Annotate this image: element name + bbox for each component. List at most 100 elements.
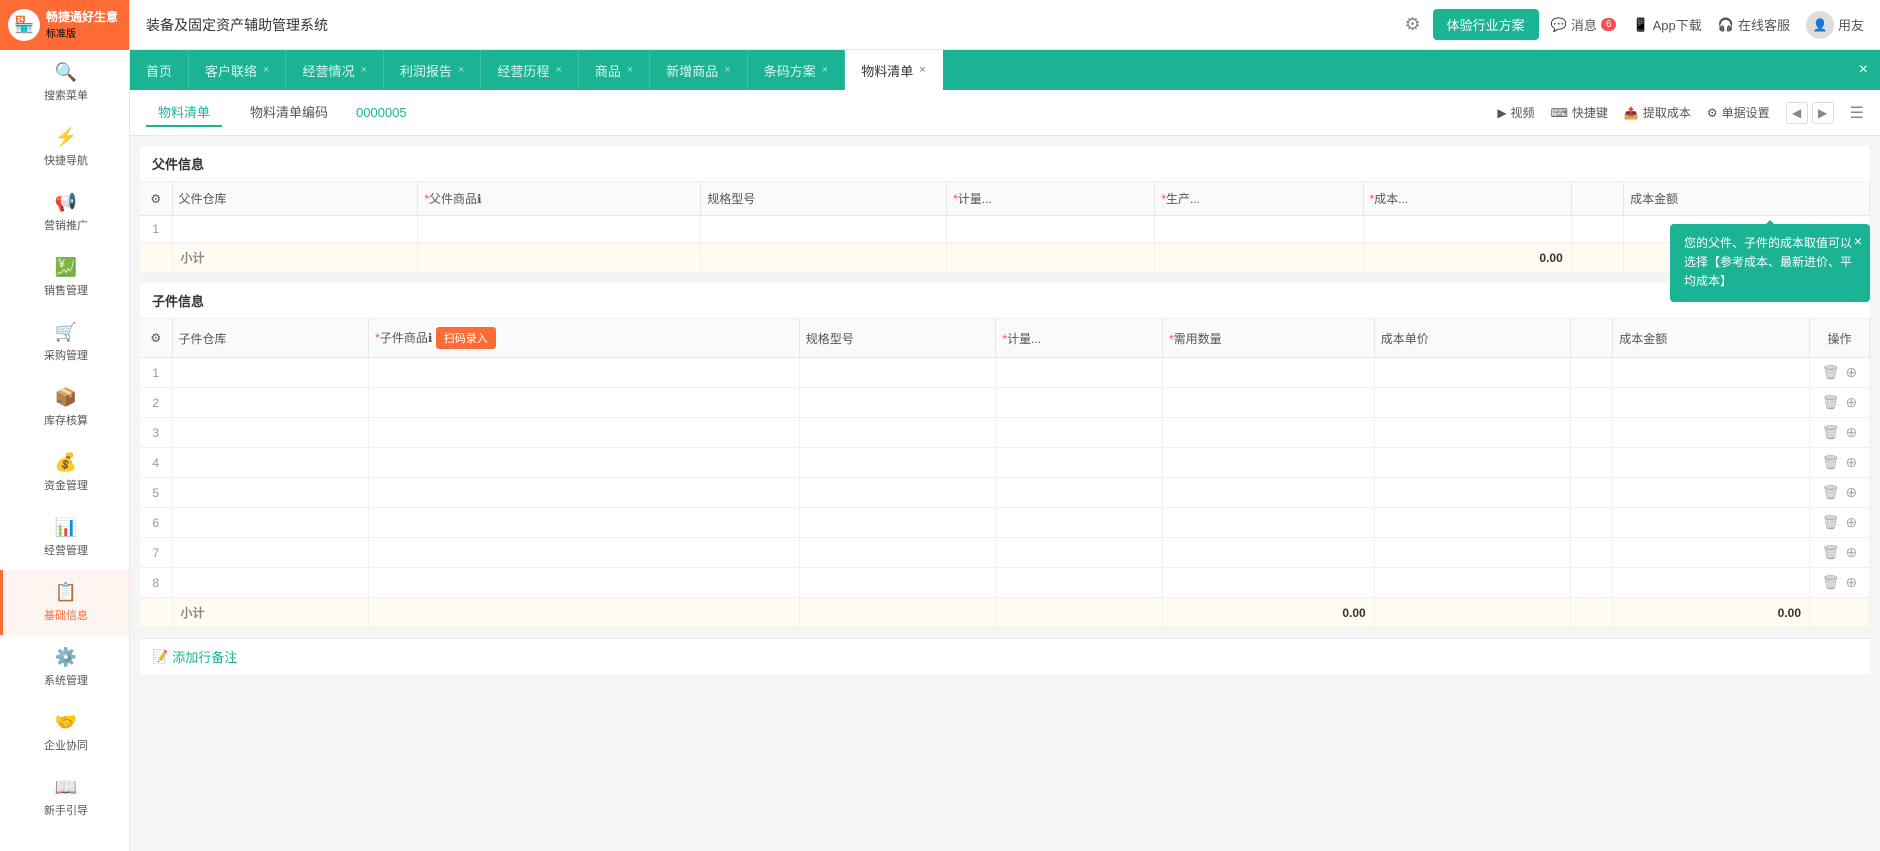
child-spec-6[interactable] <box>799 538 996 568</box>
child-spec-3[interactable] <box>799 448 996 478</box>
child-price-0[interactable] <box>1374 358 1571 388</box>
user-btn[interactable]: 👤 用友 <box>1806 11 1864 39</box>
child-qty-2[interactable] <box>1163 418 1375 448</box>
scan-btn[interactable]: 扫码录入 <box>436 327 496 349</box>
child-spec-1[interactable] <box>799 388 996 418</box>
child-warehouse-2[interactable] <box>172 418 369 448</box>
child-amount-7[interactable] <box>1613 568 1810 598</box>
shortcut-btn[interactable]: ⌨ 快捷键 <box>1551 104 1608 121</box>
child-unit-4[interactable] <box>996 478 1163 508</box>
child-product-1[interactable] <box>369 388 800 418</box>
child-spec-2[interactable] <box>799 418 996 448</box>
navtab-8[interactable]: 物料清单× <box>845 50 942 90</box>
parent-spec-cell[interactable] <box>701 216 947 243</box>
child-price-7[interactable] <box>1374 568 1571 598</box>
page-tab-code[interactable]: 物料清单编码 <box>238 98 340 127</box>
parent-cost-cell[interactable] <box>1363 216 1571 243</box>
parent-unit-cell[interactable] <box>947 216 1155 243</box>
child-unit-0[interactable] <box>996 358 1163 388</box>
sidebar-item-系统管理[interactable]: ⚙️系统管理 <box>0 635 129 700</box>
copy-icon-0[interactable]: ⊕ <box>1846 364 1858 381</box>
next-btn[interactable]: ▶ <box>1812 102 1834 124</box>
child-qty-7[interactable] <box>1163 568 1375 598</box>
child-qty-1[interactable] <box>1163 388 1375 418</box>
tooltip-close-btn[interactable]: × <box>1854 230 1862 252</box>
child-warehouse-5[interactable] <box>172 508 369 538</box>
child-spec-0[interactable] <box>799 358 996 388</box>
child-qty-5[interactable] <box>1163 508 1375 538</box>
message-btn[interactable]: 💬 消息 6 <box>1551 15 1617 34</box>
child-unit-5[interactable] <box>996 508 1163 538</box>
child-warehouse-1[interactable] <box>172 388 369 418</box>
delete-icon-5[interactable]: 🗑 <box>1822 514 1840 531</box>
sidebar-item-搜索菜单[interactable]: 🔍搜索菜单 <box>0 50 129 115</box>
copy-icon-4[interactable]: ⊕ <box>1846 484 1858 501</box>
copy-icon-6[interactable]: ⊕ <box>1846 544 1858 561</box>
parent-production-cell[interactable] <box>1155 216 1363 243</box>
navtab-close-7[interactable]: × <box>822 64 828 76</box>
sidebar-item-采购管理[interactable]: 🛒采购管理 <box>0 310 129 375</box>
grid-view-icon[interactable]: ☰ <box>1850 103 1864 123</box>
sidebar-item-销售管理[interactable]: 💹销售管理 <box>0 245 129 310</box>
online-service-btn[interactable]: 🎧 在线客服 <box>1718 15 1790 34</box>
navtab-close-8[interactable]: × <box>919 64 925 76</box>
child-amount-4[interactable] <box>1613 478 1810 508</box>
child-amount-0[interactable] <box>1613 358 1810 388</box>
navtab-4[interactable]: 经营历程× <box>481 50 578 90</box>
child-price-2[interactable] <box>1374 418 1571 448</box>
sidebar-item-营销推广[interactable]: 📢营销推广 <box>0 180 129 245</box>
delete-icon-1[interactable]: 🗑 <box>1822 394 1840 411</box>
child-product-3[interactable] <box>369 448 800 478</box>
navtab-close-6[interactable]: × <box>724 64 730 76</box>
sidebar-item-企业协同[interactable]: 🤝企业协同 <box>0 700 129 765</box>
child-spec-7[interactable] <box>799 568 996 598</box>
delete-icon-0[interactable]: 🗑 <box>1822 364 1840 381</box>
delete-icon-2[interactable]: 🗑 <box>1822 424 1840 441</box>
navtab-6[interactable]: 新增商品× <box>650 50 747 90</box>
copy-icon-1[interactable]: ⊕ <box>1846 394 1858 411</box>
sidebar-item-资金管理[interactable]: 💰资金管理 <box>0 440 129 505</box>
child-th-settings[interactable]: ⚙ <box>140 319 172 358</box>
add-row-btn[interactable]: 📝 添加行备注 <box>152 647 237 666</box>
child-price-4[interactable] <box>1374 478 1571 508</box>
child-product-4[interactable] <box>369 478 800 508</box>
delete-icon-6[interactable]: 🗑 <box>1822 544 1840 561</box>
child-unit-3[interactable] <box>996 448 1163 478</box>
app-download-btn[interactable]: 📱 App下载 <box>1632 15 1701 34</box>
prev-btn[interactable]: ◀ <box>1786 102 1808 124</box>
navtab-close-2[interactable]: × <box>360 64 366 76</box>
child-product-6[interactable] <box>369 538 800 568</box>
child-warehouse-3[interactable] <box>172 448 369 478</box>
page-tab-list[interactable]: 物料清单 <box>146 98 222 127</box>
sidebar-item-库存核算[interactable]: 📦库存核算 <box>0 375 129 440</box>
sidebar-item-快捷导航[interactable]: ⚡快捷导航 <box>0 115 129 180</box>
navtab-1[interactable]: 客户联络× <box>189 50 286 90</box>
child-amount-1[interactable] <box>1613 388 1810 418</box>
navtab-7[interactable]: 条码方案× <box>748 50 845 90</box>
child-warehouse-0[interactable] <box>172 358 369 388</box>
copy-icon-2[interactable]: ⊕ <box>1846 424 1858 441</box>
navtab-3[interactable]: 利润报告× <box>384 50 481 90</box>
navtab-close-5[interactable]: × <box>627 64 633 76</box>
child-price-3[interactable] <box>1374 448 1571 478</box>
parent-product-cell[interactable] <box>418 216 701 243</box>
sidebar-item-新手引导[interactable]: 📖新手引导 <box>0 765 129 830</box>
navtab-0[interactable]: 首页 <box>130 50 189 90</box>
child-amount-5[interactable] <box>1613 508 1810 538</box>
child-product-5[interactable] <box>369 508 800 538</box>
child-price-6[interactable] <box>1374 538 1571 568</box>
sidebar-item-基础信息[interactable]: 📋基础信息 <box>0 570 129 635</box>
extract-cost-btn[interactable]: 📤 提取成本 <box>1624 104 1691 121</box>
child-amount-6[interactable] <box>1613 538 1810 568</box>
delete-icon-7[interactable]: 🗑 <box>1822 574 1840 591</box>
child-warehouse-4[interactable] <box>172 478 369 508</box>
copy-icon-3[interactable]: ⊕ <box>1846 454 1858 471</box>
navtab-close-1[interactable]: × <box>263 64 269 76</box>
child-product-0[interactable] <box>369 358 800 388</box>
child-price-1[interactable] <box>1374 388 1571 418</box>
delete-icon-3[interactable]: 🗑 <box>1822 454 1840 471</box>
child-amount-3[interactable] <box>1613 448 1810 478</box>
child-qty-3[interactable] <box>1163 448 1375 478</box>
child-amount-2[interactable] <box>1613 418 1810 448</box>
child-unit-6[interactable] <box>996 538 1163 568</box>
